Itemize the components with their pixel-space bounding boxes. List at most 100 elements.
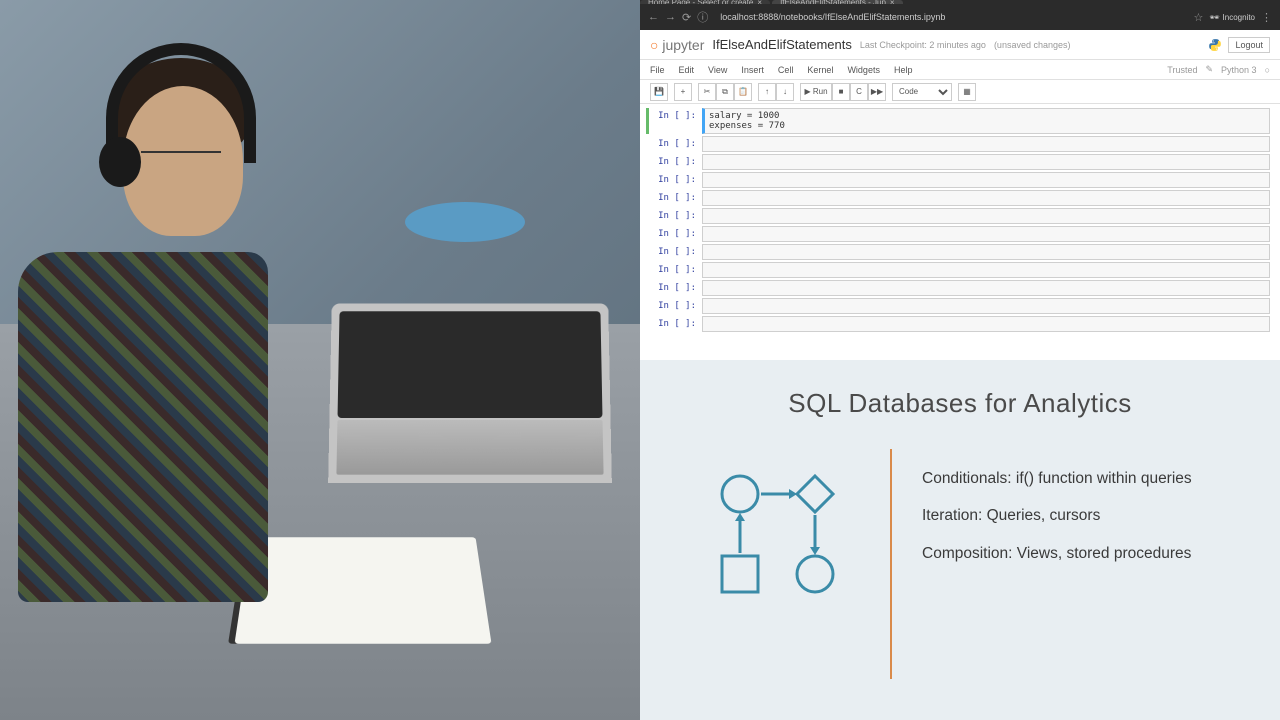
- bullet-item: Composition: Views, stored procedures: [922, 542, 1240, 565]
- menu-cell[interactable]: Cell: [778, 65, 794, 75]
- run-button[interactable]: ▶ Run: [800, 83, 832, 101]
- kernel-status-icon: ○: [1265, 65, 1270, 75]
- cell-input[interactable]: [702, 298, 1270, 314]
- jupyter-menubar: File Edit View Insert Cell Kernel Widget…: [640, 60, 1280, 80]
- cell-prompt: In [ ]:: [650, 172, 702, 188]
- cell-input[interactable]: [702, 136, 1270, 152]
- code-cell[interactable]: In [ ]:: [650, 226, 1270, 242]
- copy-button[interactable]: ⧉: [716, 83, 734, 101]
- jupyter-logo[interactable]: ○ jupyter: [650, 37, 704, 53]
- cell-input[interactable]: [702, 208, 1270, 224]
- code-cell[interactable]: In [ ]:: [650, 208, 1270, 224]
- laptop-keyboard: [336, 420, 603, 475]
- cell-prompt: In [ ]:: [650, 208, 702, 224]
- notebook-cells-area: In [ ]: salary = 1000 expenses = 770 In …: [640, 104, 1280, 360]
- star-icon[interactable]: ☆: [1194, 11, 1204, 24]
- jupyter-toolbar: 💾 + ✂ ⧉ 📋 ↑ ↓ ▶ Run ■ C ▶▶ Code: [640, 80, 1280, 104]
- save-button[interactable]: 💾: [650, 83, 668, 101]
- headphone-cup: [99, 137, 141, 187]
- python-icon: [1208, 38, 1222, 52]
- glasses: [141, 151, 221, 171]
- circle-icon: [797, 556, 833, 592]
- menu-kernel[interactable]: Kernel: [807, 65, 833, 75]
- back-icon[interactable]: ←: [648, 11, 659, 23]
- cell-prompt: In [ ]:: [650, 316, 702, 332]
- cell-prompt: In [ ]:: [650, 154, 702, 170]
- circle-icon: [722, 476, 758, 512]
- cell-prompt: In [ ]:: [650, 190, 702, 206]
- paste-button[interactable]: 📋: [734, 83, 752, 101]
- move-down-button[interactable]: ↓: [776, 83, 794, 101]
- code-cell[interactable]: In [ ]:: [650, 190, 1270, 206]
- stock-photo-panel: [0, 0, 640, 720]
- presentation-slide: SQL Databases for Analytics Con: [640, 360, 1280, 720]
- checkpoint-text: Last Checkpoint: 2 minutes ago: [860, 40, 986, 50]
- kernel-name[interactable]: Python 3: [1221, 65, 1257, 75]
- move-up-button[interactable]: ↑: [758, 83, 776, 101]
- slide-body: Conditionals: if() function within queri…: [680, 449, 1240, 700]
- code-cell[interactable]: In [ ]:: [650, 244, 1270, 260]
- edit-icon[interactable]: ✎: [1205, 64, 1213, 75]
- address-bar[interactable]: localhost:8888/notebooks/IfElseAndElifSt…: [714, 10, 1187, 24]
- menu-help[interactable]: Help: [894, 65, 913, 75]
- forward-icon[interactable]: →: [665, 11, 676, 23]
- cell-prompt: In [ ]:: [650, 298, 702, 314]
- bullet-item: Iteration: Queries, cursors: [922, 504, 1240, 527]
- menu-edit[interactable]: Edit: [679, 65, 695, 75]
- flowchart-icon: [705, 459, 855, 609]
- reload-icon[interactable]: ⟳: [682, 11, 691, 24]
- cell-prompt: In [ ]:: [650, 280, 702, 296]
- plaid-shirt: [18, 252, 268, 602]
- cell-prompt: In [ ]:: [650, 108, 702, 134]
- command-palette-button[interactable]: ▦: [958, 83, 976, 101]
- square-icon: [722, 556, 758, 592]
- jupyter-header: ○ jupyter IfElseAndElifStatements Last C…: [640, 30, 1280, 60]
- code-cell[interactable]: In [ ]:: [650, 298, 1270, 314]
- photo-simulation: [0, 0, 640, 720]
- menu-icon[interactable]: ⋮: [1261, 11, 1272, 24]
- code-cell[interactable]: In [ ]:: [650, 262, 1270, 278]
- cut-button[interactable]: ✂: [698, 83, 716, 101]
- menu-insert[interactable]: Insert: [741, 65, 764, 75]
- jupyter-browser-window: Home Page - Select or create × IfElseAnd…: [640, 0, 1280, 360]
- cell-input[interactable]: [702, 244, 1270, 260]
- diamond-icon: [797, 476, 833, 512]
- cell-input[interactable]: [702, 316, 1270, 332]
- celltype-select[interactable]: Code: [892, 83, 952, 101]
- menu-view[interactable]: View: [708, 65, 727, 75]
- code-cell[interactable]: In [ ]:: [650, 136, 1270, 152]
- cell-prompt: In [ ]:: [650, 136, 702, 152]
- code-cell[interactable]: In [ ]:: [650, 316, 1270, 332]
- cell-input[interactable]: [702, 262, 1270, 278]
- cell-input[interactable]: salary = 1000 expenses = 770: [702, 108, 1270, 134]
- cell-input[interactable]: [702, 226, 1270, 242]
- flowchart-diagram: [680, 449, 880, 609]
- restart-run-all-button[interactable]: ▶▶: [868, 83, 886, 101]
- laptop: [328, 304, 612, 483]
- cell-prompt: In [ ]:: [650, 226, 702, 242]
- code-cell[interactable]: In [ ]:: [650, 280, 1270, 296]
- cell-prompt: In [ ]:: [650, 262, 702, 278]
- save-status: (unsaved changes): [994, 40, 1071, 50]
- cell-input[interactable]: [702, 154, 1270, 170]
- cell-input[interactable]: [702, 190, 1270, 206]
- cell-input[interactable]: [702, 280, 1270, 296]
- stop-button[interactable]: ■: [832, 83, 850, 101]
- menu-file[interactable]: File: [650, 65, 665, 75]
- restart-button[interactable]: C: [850, 83, 868, 101]
- trusted-indicator[interactable]: Trusted: [1167, 65, 1197, 75]
- slide-title: SQL Databases for Analytics: [680, 388, 1240, 419]
- code-cell[interactable]: In [ ]:: [650, 154, 1270, 170]
- laptop-screen: [337, 312, 602, 419]
- browser-address-bar-row: ← → ⟳ ⓘ localhost:8888/notebooks/IfElseA…: [640, 4, 1280, 30]
- notebook-title[interactable]: IfElseAndElifStatements: [712, 37, 851, 52]
- code-cell[interactable]: In [ ]: salary = 1000 expenses = 770: [650, 108, 1270, 134]
- plate: [405, 202, 525, 242]
- add-cell-button[interactable]: +: [674, 83, 692, 101]
- logout-button[interactable]: Logout: [1228, 37, 1270, 53]
- incognito-icon: 🕶: [1209, 13, 1219, 22]
- menu-widgets[interactable]: Widgets: [847, 65, 880, 75]
- code-cell[interactable]: In [ ]:: [650, 172, 1270, 188]
- cell-input[interactable]: [702, 172, 1270, 188]
- info-icon[interactable]: ⓘ: [697, 9, 708, 25]
